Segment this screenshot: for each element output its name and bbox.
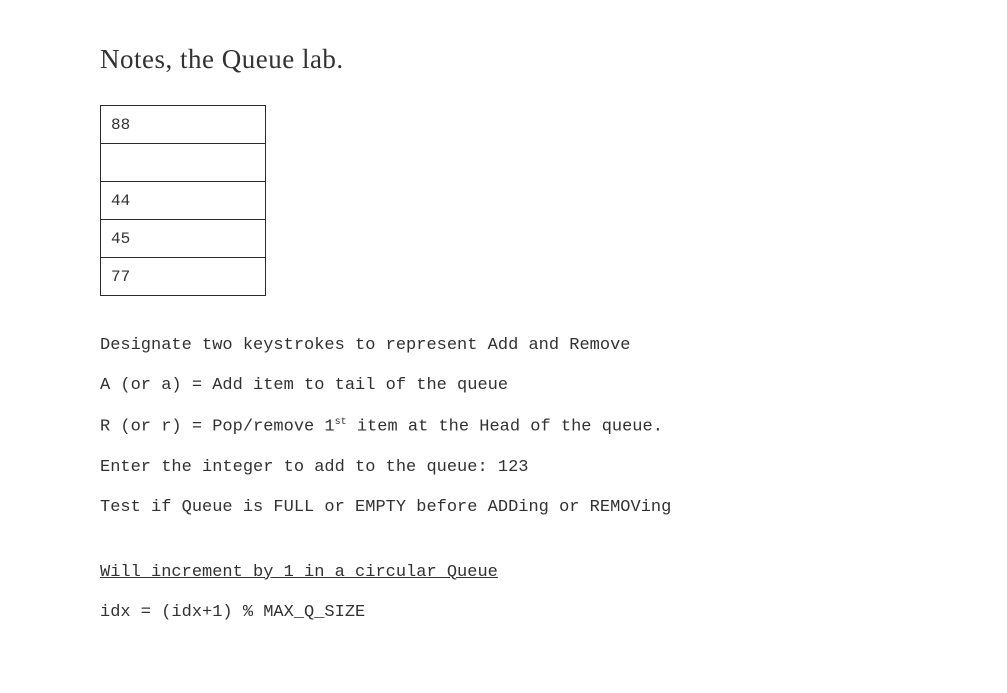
- line-test: Test if Queue is FULL or EMPTY before AD…: [100, 498, 1007, 518]
- queue-table: 88 44 45 77: [100, 105, 266, 296]
- line-remove: R (or r) = Pop/remove 1st item at the He…: [100, 417, 1007, 438]
- queue-cell: [101, 144, 266, 182]
- line-formula: idx = (idx+1) % MAX_Q_SIZE: [100, 603, 1007, 623]
- line-designate: Designate two keystrokes to represent Ad…: [100, 336, 1007, 356]
- instructions-block: Designate two keystrokes to represent Ad…: [100, 336, 1007, 623]
- page-title: Notes, the Queue lab.: [100, 44, 1007, 75]
- queue-cell: 44: [101, 182, 266, 220]
- line-enter: Enter the integer to add to the queue: 1…: [100, 458, 1007, 478]
- queue-cell: 77: [101, 258, 266, 296]
- queue-cell: 45: [101, 220, 266, 258]
- queue-cell: 88: [101, 106, 266, 144]
- line-add: A (or a) = Add item to tail of the queue: [100, 376, 1007, 396]
- line-increment: Will increment by 1 in a circular Queue: [100, 563, 1007, 583]
